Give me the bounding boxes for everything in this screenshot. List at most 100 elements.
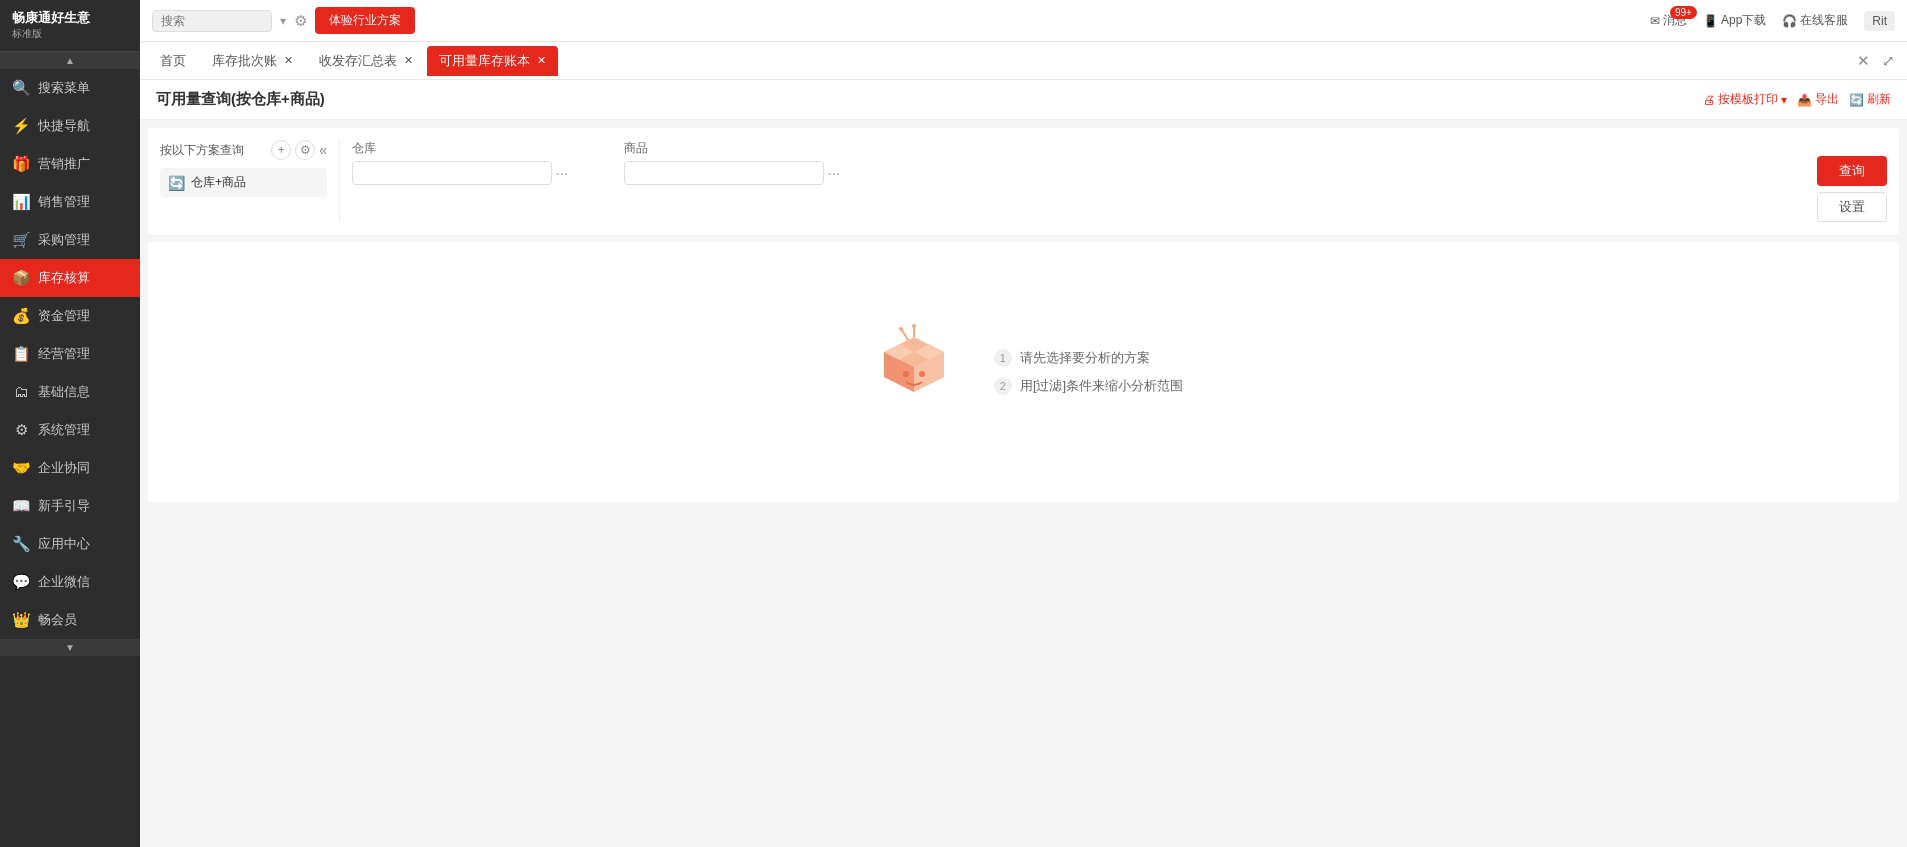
filter-more-warehouse[interactable]: ··· <box>556 165 568 181</box>
sidebar-item-inventory[interactable]: 📦库存核算 <box>0 259 140 297</box>
sidebar-scroll-up[interactable]: ▲ <box>0 52 140 69</box>
svg-point-8 <box>912 324 916 328</box>
topbar-service[interactable]: 🎧 在线客服 <box>1782 12 1848 29</box>
industry-btn[interactable]: 体验行业方案 <box>315 7 415 34</box>
page-header-actions: 🖨 按模板打印 ▾ 📤 导出 🔄 刷新 <box>1703 91 1891 108</box>
tab-summary[interactable]: 收发存汇总表✕ <box>307 46 425 76</box>
sidebar-label-system: 系统管理 <box>38 421 90 439</box>
empty-illustration <box>864 322 964 422</box>
filter-input-row-product: ··· <box>624 161 884 185</box>
scheme-item-icon: 🔄 <box>168 175 185 191</box>
tabs-actions: ✕ ⤢ <box>1853 48 1899 74</box>
sidebar-item-finance[interactable]: 💰 资金管理 <box>0 297 140 335</box>
sidebar-label-wechat: 企业微信 <box>38 573 90 591</box>
filter-input-warehouse[interactable] <box>352 161 552 185</box>
sidebar-icon-finance: 💰 <box>12 307 30 325</box>
tab-batch[interactable]: 库存批次账 ✕ <box>200 46 305 76</box>
svg-point-6 <box>919 371 925 377</box>
filter-input-product[interactable] <box>624 161 824 185</box>
sidebar-label-inventory: 库存核算 <box>38 269 90 287</box>
tab-label-home: 首页 <box>160 52 186 70</box>
sidebar-logo: 畅康通好生意 标准版 <box>0 0 140 52</box>
sidebar-label-marketing: 营销推广 <box>38 155 90 173</box>
page-header: 可用量查询(按仓库+商品) 🖨 按模板打印 ▾ 📤 导出 🔄 刷新 <box>140 80 1907 120</box>
sidebar-item-guide[interactable]: 📖新手引导 <box>0 487 140 525</box>
print-caret: ▾ <box>1781 93 1787 107</box>
filter-actions: 查询 设置 <box>1817 140 1887 222</box>
sidebar-label-shortcut: 快捷导航 <box>38 117 90 135</box>
topbar-app-download[interactable]: 📱 App下载 <box>1703 12 1766 29</box>
sidebar-label-basic: 基础信息 <box>38 383 90 401</box>
filter-label-warehouse: 仓库 <box>352 140 612 157</box>
sidebar-item-wechat[interactable]: 💬企业微信 <box>0 563 140 601</box>
sidebar-icon-sales: 📊 <box>12 193 30 211</box>
tab-close-btn[interactable]: ✕ <box>1853 48 1874 74</box>
topbar-caret-icon[interactable]: ▾ <box>280 14 286 28</box>
sidebar-icon-system: ⚙ <box>12 421 30 439</box>
sidebar: 畅康通好生意 标准版 ▲ 🔍搜索菜单⚡快捷导航🎁营销推广 📊 销售管理 🛒采购管理📦库… <box>0 0 140 847</box>
sidebar-item-sales[interactable]: 📊 销售管理 <box>0 183 140 221</box>
tab-close-summary[interactable]: ✕ <box>404 54 413 67</box>
filter-more-product[interactable]: ··· <box>828 165 840 181</box>
tabs-bar: 首页库存批次账✕收发存汇总表✕可用量库存账本✕ ✕ ⤢ <box>140 42 1907 80</box>
sidebar-label-appstore: 应用中心 <box>38 535 90 553</box>
tab-label-batch: 库存批次账 <box>212 52 277 70</box>
topbar-gear-icon[interactable]: ⚙ <box>294 12 307 30</box>
topbar-message[interactable]: ✉ 消息 99+ <box>1650 12 1687 29</box>
sidebar-item-corp[interactable]: 🤝企业协同 <box>0 449 140 487</box>
scheme-add-btn[interactable]: + <box>271 140 291 160</box>
refresh-action[interactable]: 🔄 刷新 <box>1849 91 1891 108</box>
sidebar-item-operation[interactable]: 📋经营管理 <box>0 335 140 373</box>
sidebar-item-shortcut[interactable]: ⚡快捷导航 <box>0 107 140 145</box>
sidebar-label-member: 畅会员 <box>38 611 77 629</box>
app-icon: 📱 <box>1703 14 1718 28</box>
tip-num-2: 2 <box>994 377 1012 395</box>
tip-num-1: 1 <box>994 349 1012 367</box>
app-label: App下载 <box>1721 12 1766 29</box>
tab-available[interactable]: 可用量库存账本✕ <box>427 46 558 76</box>
scheme-settings-btn[interactable]: ⚙ <box>295 140 315 160</box>
scheme-panel-icons: + ⚙ « <box>271 140 327 160</box>
sidebar-icon-member: 👑 <box>12 611 30 629</box>
tab-home[interactable]: 首页 <box>148 46 198 76</box>
export-icon: 📤 <box>1797 93 1812 107</box>
sidebar-item-appstore[interactable]: 🔧应用中心 <box>0 525 140 563</box>
topbar-search-input[interactable] <box>152 10 272 32</box>
scheme-panel-title: 按以下方案查询 <box>160 142 244 159</box>
empty-tip-1: 1 请先选择要分析的方案 <box>994 349 1183 367</box>
export-label: 导出 <box>1815 91 1839 108</box>
scheme-panel: 按以下方案查询 + ⚙ « 🔄 仓库+商品 <box>160 140 340 222</box>
filter-field-product: 商品 ··· <box>624 140 884 185</box>
scheme-item-warehouse-product[interactable]: 🔄 仓库+商品 <box>160 168 327 197</box>
sidebar-label-sales: 销售管理 <box>38 193 90 211</box>
refresh-label: 刷新 <box>1867 91 1891 108</box>
sidebar-label-finance: 资金管理 <box>38 307 90 325</box>
sidebar-scroll-down[interactable]: ▼ <box>0 639 140 656</box>
export-action[interactable]: 📤 导出 <box>1797 91 1839 108</box>
topbar-user[interactable]: Rit <box>1864 11 1895 31</box>
sidebar-item-purchase[interactable]: 🛒采购管理 <box>0 221 140 259</box>
logo-sub: 标准版 <box>12 27 128 41</box>
settings-button[interactable]: 设置 <box>1817 192 1887 222</box>
print-action[interactable]: 🖨 按模板打印 ▾ <box>1703 91 1787 108</box>
sidebar-item-system[interactable]: ⚙ 系统管理 <box>0 411 140 449</box>
query-button[interactable]: 查询 <box>1817 156 1887 186</box>
message-icon: ✉ <box>1650 14 1660 28</box>
sidebar-icon-corp: 🤝 <box>12 459 30 477</box>
main-area: ▾ ⚙ 体验行业方案 ✉ 消息 99+ 📱 App下载 🎧 在线客服 Rit 首… <box>140 0 1907 847</box>
tab-expand-btn[interactable]: ⤢ <box>1878 48 1899 74</box>
filter-label-product: 商品 <box>624 140 884 157</box>
filter-area: 按以下方案查询 + ⚙ « 🔄 仓库+商品 仓库 <box>148 128 1899 234</box>
sidebar-label-guide: 新手引导 <box>38 497 90 515</box>
sidebar-icon-basic: 🗂 <box>12 383 30 400</box>
sidebar-item-search[interactable]: 🔍搜索菜单 <box>0 69 140 107</box>
tip-text-2: 用[过滤]条件来缩小分析范围 <box>1020 377 1183 395</box>
sidebar-icon-operation: 📋 <box>12 345 30 363</box>
tab-close-batch[interactable]: ✕ <box>284 54 293 67</box>
sidebar-item-basic[interactable]: 🗂 基础信息 <box>0 373 140 411</box>
sidebar-item-marketing[interactable]: 🎁营销推广 <box>0 145 140 183</box>
scheme-collapse-btn[interactable]: « <box>319 142 327 158</box>
tab-close-available[interactable]: ✕ <box>537 54 546 67</box>
sidebar-item-member[interactable]: 👑 畅会员 <box>0 601 140 639</box>
sidebar-label-search: 搜索菜单 <box>38 79 90 97</box>
